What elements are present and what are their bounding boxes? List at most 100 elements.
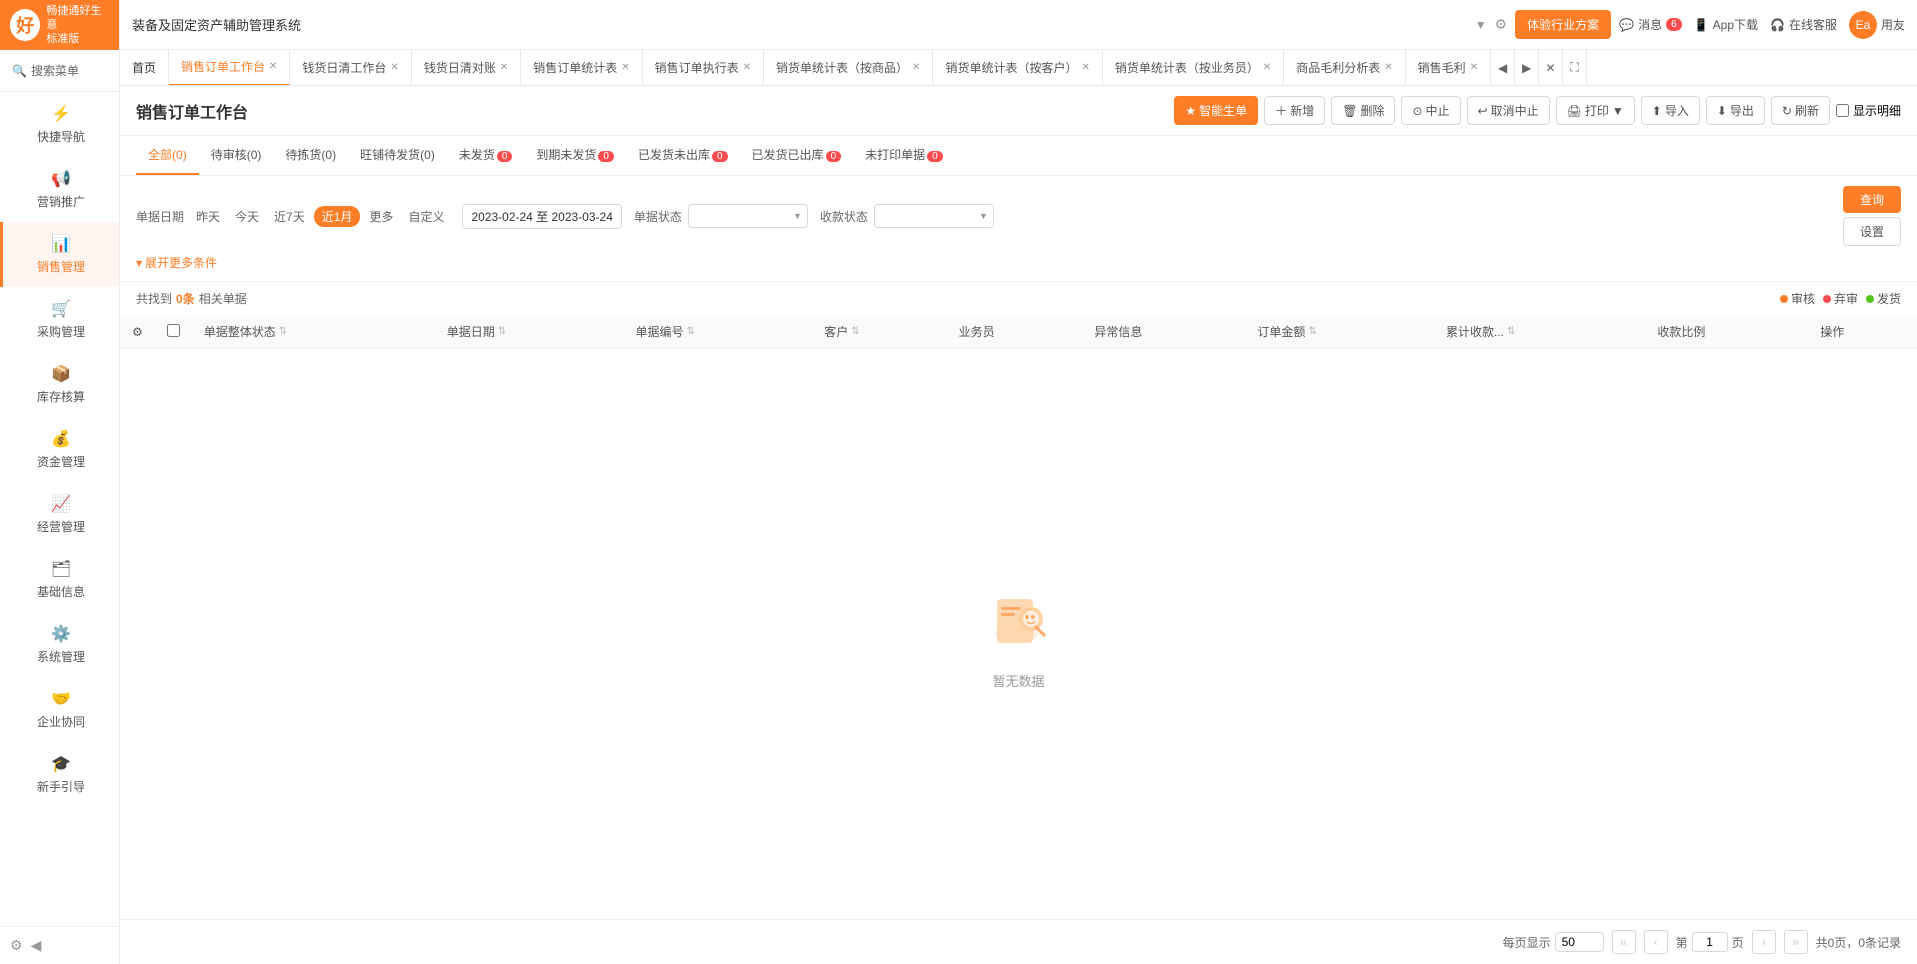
tab-sales-exec[interactable]: 销售订单执行表 ✕ — [643, 50, 764, 86]
col-collected[interactable]: 累计收款... ⇅ — [1434, 315, 1645, 349]
tab-close-cash-daily[interactable]: ✕ — [390, 62, 398, 73]
col-customer[interactable]: 客户 ⇅ — [812, 315, 946, 349]
col-status[interactable]: 单据整体状态 ⇅ — [192, 315, 435, 349]
sidebar-item-guide[interactable]: 🎓 新手引导 — [0, 742, 119, 807]
sub-tab-all[interactable]: 全部(0) — [136, 136, 199, 175]
sidebar-item-inventory[interactable]: 📦 库存核算 — [0, 352, 119, 417]
print-button[interactable]: 🖨 打印 ▼ — [1556, 96, 1635, 125]
sidebar-item-operations[interactable]: 📈 经营管理 — [0, 482, 119, 547]
import-button[interactable]: ⬆ 导入 — [1641, 96, 1700, 125]
tab-close-sales-profit[interactable]: ✕ — [1470, 62, 1478, 73]
sidebar-item-marketing[interactable]: 📢 营销推广 — [0, 157, 119, 222]
sub-tab-shipped-out[interactable]: 已发货已出库0 — [740, 136, 854, 175]
tab-close-sales-stats[interactable]: ✕ — [621, 62, 629, 73]
page-number-input[interactable] — [1692, 932, 1728, 952]
refresh-button[interactable]: ↻ 刷新 — [1771, 96, 1830, 125]
col-number[interactable]: 单据编号 ⇅ — [623, 315, 812, 349]
expand-conditions-button[interactable]: ▾ 展开更多条件 — [136, 254, 1901, 271]
tab-scroll-left-button[interactable]: ◀ — [1491, 50, 1515, 86]
payment-select[interactable] — [874, 204, 994, 228]
system-title: 装备及固定资产辅助管理系统 — [132, 15, 1467, 34]
show-detail-label[interactable]: 显示明细 — [1836, 102, 1901, 119]
next-page-button[interactable]: › — [1752, 930, 1776, 954]
sidebar-collapse-icon[interactable]: ◀ — [31, 937, 42, 954]
col-date[interactable]: 单据日期 ⇅ — [435, 315, 624, 349]
sub-tab-expired-not-shipped[interactable]: 到期未发货0 — [524, 136, 626, 175]
sidebar-item-sales[interactable]: 📊 销售管理 — [0, 222, 119, 287]
tab-sales-profit[interactable]: 销售毛利 ✕ — [1406, 50, 1491, 86]
sub-tab-not-shipped[interactable]: 未发货0 — [447, 136, 525, 175]
sub-tab-wangpu-pending[interactable]: 旺铺待发货(0) — [348, 136, 447, 175]
query-button[interactable]: 查询 — [1843, 186, 1901, 213]
tab-goods-stats-customer[interactable]: 销货单统计表（按客户） ✕ — [933, 50, 1102, 86]
tab-maximize-button[interactable]: ⛶ — [1563, 50, 1587, 86]
prev-page-button[interactable]: ‹ — [1644, 930, 1668, 954]
date-btn-today[interactable]: 今天 — [229, 206, 265, 227]
sidebar-settings-icon[interactable]: ⚙ — [10, 937, 23, 954]
sidebar-item-purchase[interactable]: 🛒 采购管理 — [0, 287, 119, 352]
table-scroll-area[interactable]: ⚙ 单据整体状态 ⇅ — [120, 315, 1917, 349]
tab-close-cash-reconcile[interactable]: ✕ — [500, 62, 508, 73]
smart-create-button[interactable]: ★ 智能生单 — [1174, 96, 1258, 125]
settings-button[interactable]: 设置 — [1843, 217, 1901, 246]
system-dropdown-icon[interactable]: ▼ — [1475, 18, 1487, 32]
user-button[interactable]: Ea 用友 — [1849, 11, 1905, 39]
sidebar-item-enterprise[interactable]: 🤝 企业协同 — [0, 677, 119, 742]
sort-date-icon: ⇅ — [498, 326, 506, 337]
tab-cash-reconcile[interactable]: 钱货日清对账 ✕ — [412, 50, 521, 86]
date-btn-1month[interactable]: 近1月 — [314, 206, 361, 227]
date-btn-more[interactable]: 更多 — [363, 206, 399, 227]
tab-cash-daily[interactable]: 钱货日清工作台 ✕ — [290, 50, 411, 86]
delete-button[interactable]: 🗑 删除 — [1331, 96, 1395, 125]
app-download-button[interactable]: 📱 App下载 — [1694, 16, 1758, 33]
sidebar-item-finance[interactable]: 💰 资金管理 — [0, 417, 119, 482]
tab-home[interactable]: 首页 — [120, 50, 169, 86]
search-menu-button[interactable]: 🔍 搜索菜单 — [8, 58, 111, 83]
tab-goods-stats-product[interactable]: 销货单统计表（按商品） ✕ — [764, 50, 933, 86]
sub-tab-pending-review[interactable]: 待审核(0) — [199, 136, 274, 175]
tab-sales-stats[interactable]: 销售订单统计表 ✕ — [521, 50, 642, 86]
date-btn-custom[interactable]: 自定义 — [402, 206, 450, 227]
cancel-stop-button[interactable]: ↩ 取消中止 — [1467, 96, 1550, 125]
status-select[interactable] — [688, 204, 808, 228]
tab-sales-order[interactable]: 销售订单工作台 ✕ — [169, 50, 290, 86]
date-btn-7days[interactable]: 近7天 — [268, 206, 311, 227]
col-settings[interactable]: ⚙ — [120, 315, 155, 349]
tab-scroll-right-button[interactable]: ▶ — [1515, 50, 1539, 86]
sidebar-item-basic[interactable]: 🗂 基础信息 — [0, 547, 119, 612]
solution-button[interactable]: 体验行业方案 — [1515, 10, 1611, 39]
review-action-button[interactable]: 审核 — [1780, 290, 1815, 307]
online-service-button[interactable]: 🎧 在线客服 — [1770, 16, 1837, 33]
message-button[interactable]: 💬 消息 6 — [1619, 16, 1682, 33]
select-all-checkbox[interactable] — [167, 324, 180, 337]
filter-area: 单据日期 昨天 今天 近7天 近1月 更多 自定义 2023-02-24 至 2… — [120, 176, 1917, 282]
show-detail-checkbox[interactable] — [1836, 104, 1849, 117]
first-page-button[interactable]: « — [1612, 930, 1636, 954]
tab-margin-analysis[interactable]: 商品毛利分析表 ✕ — [1284, 50, 1405, 86]
tab-close-goods-stats-customer[interactable]: ✕ — [1081, 62, 1089, 73]
sub-tab-pending-inspect[interactable]: 待拣货(0) — [273, 136, 348, 175]
ship-action-button[interactable]: 发货 — [1866, 290, 1901, 307]
col-amount[interactable]: 订单金额 ⇅ — [1245, 315, 1434, 349]
last-page-button[interactable]: » — [1784, 930, 1808, 954]
empty-text: 暂无数据 — [992, 671, 1044, 690]
system-gear-icon[interactable]: ⚙ — [1495, 16, 1508, 33]
date-btn-yesterday[interactable]: 昨天 — [190, 206, 226, 227]
tab-close-all-button[interactable]: ✕ — [1539, 50, 1563, 86]
tab-close-goods-stats-staff[interactable]: ✕ — [1263, 62, 1271, 73]
sub-tab-not-printed[interactable]: 未打印单据0 — [853, 136, 955, 175]
per-page-select[interactable]: 10 20 50 100 — [1555, 932, 1604, 952]
tab-close-margin-analysis[interactable]: ✕ — [1384, 62, 1392, 73]
tab-close-goods-stats-product[interactable]: ✕ — [912, 62, 920, 73]
un-review-action-button[interactable]: 弃审 — [1823, 290, 1858, 307]
sidebar-item-system[interactable]: ⚙️ 系统管理 — [0, 612, 119, 677]
date-range-display[interactable]: 2023-02-24 至 2023-03-24 — [462, 204, 621, 229]
sub-tab-shipped-not-out[interactable]: 已发货未出库0 — [626, 136, 740, 175]
stop-button[interactable]: ⊙ 中止 — [1401, 96, 1460, 125]
tab-close-sales-order[interactable]: ✕ — [269, 61, 277, 72]
tab-close-sales-exec[interactable]: ✕ — [743, 62, 751, 73]
export-button[interactable]: ⬇ 导出 — [1706, 96, 1765, 125]
add-button[interactable]: ＋ 新增 — [1264, 96, 1325, 125]
tab-goods-stats-staff[interactable]: 销货单统计表（按业务员） ✕ — [1103, 50, 1284, 86]
sidebar-item-quick-nav[interactable]: ⚡ 快捷导航 — [0, 92, 119, 157]
